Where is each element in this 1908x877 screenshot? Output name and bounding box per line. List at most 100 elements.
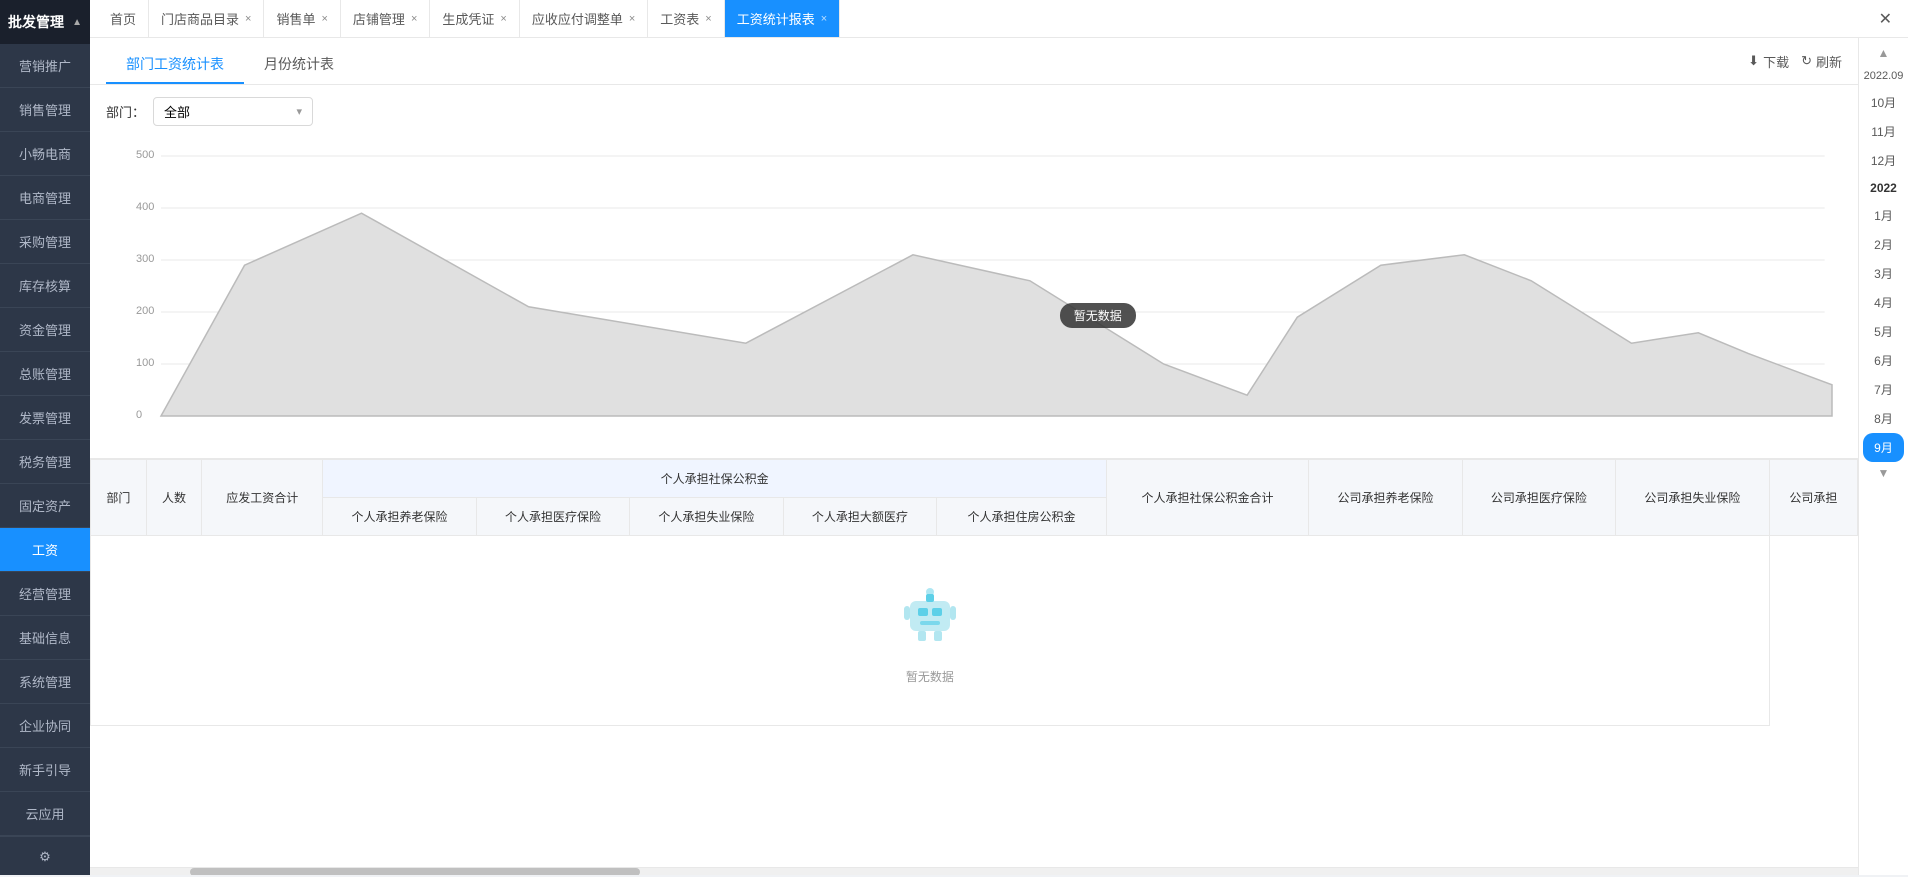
sidebar: 批发管理 ▲ 营销推广销售管理小畅电商电商管理采购管理库存核算资金管理总账管理发… — [0, 0, 90, 875]
sidebar-header[interactable]: 批发管理 ▲ — [0, 0, 90, 44]
empty-row: 暂无数据 — [91, 536, 1858, 726]
tab-店铺管理[interactable]: 店铺管理× — [341, 0, 430, 38]
tab-close-应收应付调整单[interactable]: × — [629, 13, 635, 25]
refresh-button[interactable]: ↻ 刷新 — [1801, 52, 1842, 71]
timeline-item-9月[interactable]: 9月 — [1863, 433, 1904, 462]
svg-text:400: 400 — [136, 201, 154, 213]
sub-tabs-left: 部门工资统计表 月份统计表 — [106, 46, 354, 84]
sub-tabs-bar: 部门工资统计表 月份统计表 ⬇ 下载 ↻ 刷新 — [90, 38, 1858, 85]
sidebar-header-label: 批发管理 — [8, 12, 64, 32]
tab-month-stats[interactable]: 月份统计表 — [244, 46, 354, 84]
sidebar-item-工资[interactable]: 工资 — [0, 528, 90, 572]
sidebar-collapse-icon: ▲ — [72, 17, 82, 28]
tab-应收应付调整单[interactable]: 应收应付调整单× — [520, 0, 648, 38]
timeline-item-2022[interactable]: 2022 — [1859, 175, 1908, 201]
timeline-item-2月[interactable]: 2月 — [1859, 230, 1908, 259]
tab-close-门店商品目录[interactable]: × — [245, 13, 251, 25]
refresh-icon: ↻ — [1801, 53, 1812, 69]
timeline-item-4月[interactable]: 4月 — [1859, 288, 1908, 317]
area-chart: 500 400 300 200 100 0 — [106, 138, 1842, 438]
col-personal-unemployment: 个人承担失业保险 — [630, 498, 783, 536]
sidebar-item-固定资产[interactable]: 固定资产 — [0, 484, 90, 528]
sidebar-item-总账管理[interactable]: 总账管理 — [0, 352, 90, 396]
toolbar-right: ⬇ 下载 ↻ 刷新 — [1748, 52, 1842, 79]
sidebar-item-税务管理[interactable]: 税务管理 — [0, 440, 90, 484]
col-company-medical: 公司承担医疗保险 — [1462, 460, 1615, 536]
tab-close-生成凭证[interactable]: × — [500, 13, 506, 25]
timeline-year-label: 2022.09 — [1859, 64, 1908, 88]
department-filter-label: 部门： — [106, 102, 145, 121]
svg-text:500: 500 — [136, 149, 154, 161]
tab-工资表[interactable]: 工资表× — [648, 0, 724, 38]
sidebar-item-小畅电商[interactable]: 小畅电商 — [0, 132, 90, 176]
empty-robot-icon — [890, 576, 970, 656]
timeline-down-button[interactable]: ▼ — [1859, 462, 1908, 484]
scrollbar-thumb[interactable] — [190, 868, 640, 875]
tab-close-销售单[interactable]: × — [321, 13, 327, 25]
table-area[interactable]: 部门 人数 应发工资合计 个人承担社保公积金 个人承担社保公积金合计 公司承担养… — [90, 458, 1858, 867]
tab-销售单[interactable]: 销售单× — [264, 0, 340, 38]
timeline-item-6月[interactable]: 6月 — [1859, 346, 1908, 375]
tab-生成凭证[interactable]: 生成凭证× — [430, 0, 519, 38]
sidebar-item-电商管理[interactable]: 电商管理 — [0, 176, 90, 220]
sidebar-settings-button[interactable]: ⚙ — [0, 836, 90, 877]
sidebar-item-发票管理[interactable]: 发票管理 — [0, 396, 90, 440]
timeline-item-8月[interactable]: 8月 — [1859, 404, 1908, 433]
timeline-item-5月[interactable]: 5月 — [1859, 317, 1908, 346]
sidebar-item-采购管理[interactable]: 采购管理 — [0, 220, 90, 264]
col-company-unemployment: 公司承担失业保险 — [1616, 460, 1769, 536]
page: 部门工资统计表 月份统计表 ⬇ 下载 ↻ 刷新 部门： — [90, 38, 1858, 875]
sidebar-item-云应用[interactable]: 云应用 — [0, 792, 90, 836]
main-area: 首页门店商品目录×销售单×店铺管理×生成凭证×应收应付调整单×工资表×工资统计报… — [90, 0, 1908, 875]
timeline-panel: ▲ 2022.09 10月11月12月20221月2月3月4月5月6月7月8月9… — [1858, 38, 1908, 875]
tab-department-stats[interactable]: 部门工资统计表 — [106, 46, 244, 84]
col-personal-housing-fund: 个人承担住房公积金 — [937, 498, 1107, 536]
col-personal-total: 个人承担社保公积金合计 — [1106, 460, 1308, 536]
department-select[interactable]: 全部 ▾ — [153, 97, 313, 126]
timeline-item-1月[interactable]: 1月 — [1859, 201, 1908, 230]
tab-首页[interactable]: 首页 — [98, 0, 149, 38]
sidebar-item-基础信息[interactable]: 基础信息 — [0, 616, 90, 660]
timeline-up-button[interactable]: ▲ — [1859, 42, 1908, 64]
content-area: 部门工资统计表 月份统计表 ⬇ 下载 ↻ 刷新 部门： — [90, 38, 1908, 875]
sidebar-item-销售管理[interactable]: 销售管理 — [0, 88, 90, 132]
department-select-value: 全部 — [164, 102, 190, 121]
col-company-other: 公司承担 — [1769, 460, 1857, 536]
tab-close-店铺管理[interactable]: × — [411, 13, 417, 25]
gear-icon: ⚙ — [39, 849, 51, 864]
sidebar-item-系统管理[interactable]: 系统管理 — [0, 660, 90, 704]
sidebar-item-经营管理[interactable]: 经营管理 — [0, 572, 90, 616]
sidebar-item-资金管理[interactable]: 资金管理 — [0, 308, 90, 352]
svg-text:0: 0 — [136, 409, 142, 421]
col-personal-medical: 个人承担医疗保险 — [476, 498, 629, 536]
close-icon: ✕ — [1879, 9, 1892, 29]
tab-close-工资统计报表[interactable]: × — [821, 13, 827, 25]
stats-table: 部门 人数 应发工资合计 个人承担社保公积金 个人承担社保公积金合计 公司承担养… — [90, 459, 1858, 726]
col-company-pension: 公司承担养老保险 — [1309, 460, 1462, 536]
download-button[interactable]: ⬇ 下载 — [1748, 52, 1789, 71]
close-all-tabs-button[interactable]: ✕ — [1871, 9, 1900, 29]
col-total-salary: 应发工资合计 — [202, 460, 323, 536]
horizontal-scrollbar[interactable] — [90, 867, 1858, 875]
sidebar-item-新手引导[interactable]: 新手引导 — [0, 748, 90, 792]
empty-state: 暂无数据 — [91, 536, 1769, 725]
tab-工资统计报表[interactable]: 工资统计报表× — [725, 0, 840, 38]
col-count: 人数 — [146, 460, 202, 536]
timeline-item-10月[interactable]: 10月 — [1859, 88, 1908, 117]
timeline-item-11月[interactable]: 11月 — [1859, 117, 1908, 146]
tab-close-工资表[interactable]: × — [705, 13, 711, 25]
sidebar-item-营销推广[interactable]: 营销推广 — [0, 44, 90, 88]
tab-门店商品目录[interactable]: 门店商品目录× — [149, 0, 264, 38]
timeline-item-7月[interactable]: 7月 — [1859, 375, 1908, 404]
chevron-down-icon: ▾ — [296, 105, 302, 118]
sidebar-item-企业协同[interactable]: 企业协同 — [0, 704, 90, 748]
svg-text:100: 100 — [136, 357, 154, 369]
svg-text:200: 200 — [136, 305, 154, 317]
sidebar-item-库存核算[interactable]: 库存核算 — [0, 264, 90, 308]
timeline-item-12月[interactable]: 12月 — [1859, 146, 1908, 175]
filter-row: 部门： 全部 ▾ — [90, 85, 1858, 138]
chart-area: 500 400 300 200 100 0 暂 — [90, 138, 1858, 458]
col-group-personal: 个人承担社保公积金 — [323, 460, 1107, 498]
timeline-item-3月[interactable]: 3月 — [1859, 259, 1908, 288]
download-icon: ⬇ — [1748, 53, 1759, 69]
